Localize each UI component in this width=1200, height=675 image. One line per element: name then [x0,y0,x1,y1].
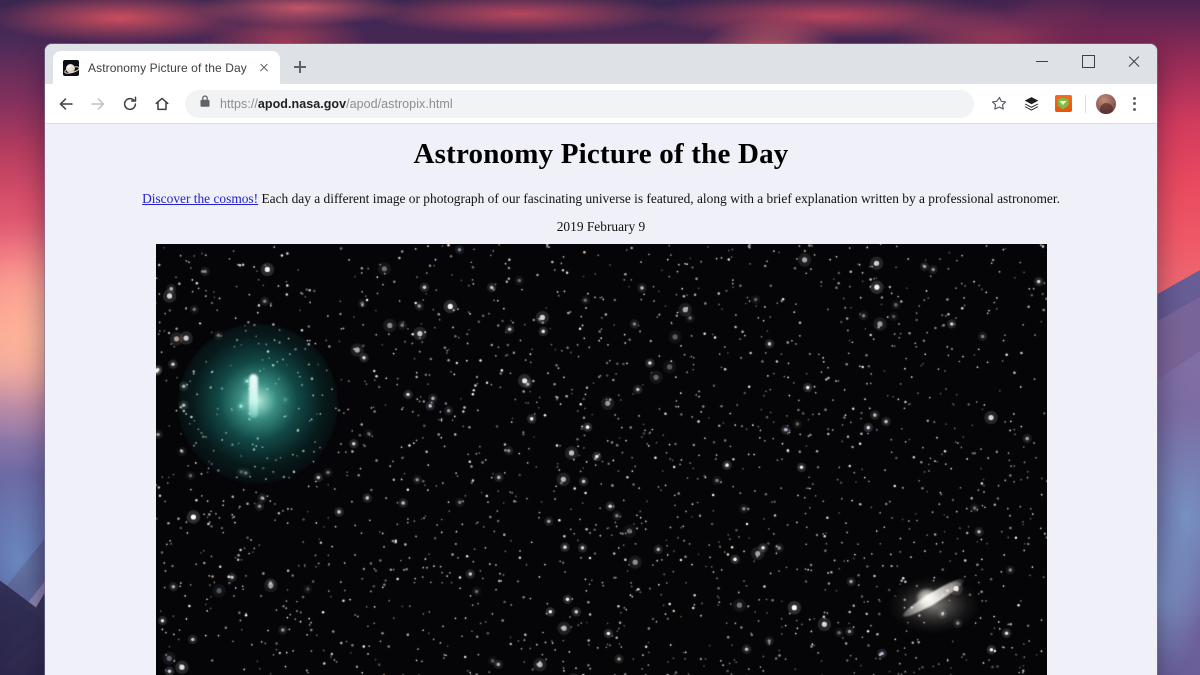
browser-window: Astronomy Picture of the Day https://apo… [45,44,1157,675]
home-icon[interactable] [147,89,177,119]
minimize-button[interactable] [1019,44,1065,78]
edge-on-galaxy [877,562,990,649]
comet-coma [177,324,338,485]
toolbar-right-actions [984,89,1147,119]
new-tab-button[interactable] [286,53,314,81]
page-viewport: Astronomy Picture of the Day Discover th… [45,124,1157,675]
shield-glyph [1057,97,1069,110]
bookmark-star-icon[interactable] [984,89,1014,119]
desktop-background: Astronomy Picture of the Day https://apo… [0,0,1200,675]
reload-icon[interactable] [115,89,145,119]
comet-nucleus [248,374,258,419]
profile-avatar[interactable] [1096,93,1116,114]
chrome-menu-icon[interactable] [1121,91,1147,117]
window-controls [1019,44,1157,78]
galaxy-halo [877,562,990,649]
tab-title: Astronomy Picture of the Day [88,60,247,75]
lock-icon [199,94,211,113]
url-text: https://apod.nasa.gov/apod/astropix.html [220,97,453,111]
page-intro-text: Each day a different image or photograph… [258,191,1060,207]
address-bar[interactable]: https://apod.nasa.gov/apod/astropix.html [185,89,974,118]
page-title: Astronomy Picture of the Day [413,138,789,170]
page-date: 2019 February 9 [556,219,646,235]
back-arrow-icon[interactable] [51,89,81,119]
maximize-button[interactable] [1065,44,1111,78]
apod-image-container [45,244,1157,675]
shield-extension-badge [1054,95,1072,112]
browser-toolbar: https://apod.nasa.gov/apod/astropix.html [45,84,1157,124]
apod-page: Astronomy Picture of the Day Discover th… [45,124,1157,675]
forward-arrow-icon[interactable] [83,89,113,119]
discover-the-cosmos-link[interactable]: Discover the cosmos! [142,191,258,206]
layers-extension-icon[interactable] [1016,89,1046,119]
url-path: /apod/astropix.html [346,96,453,111]
tab-strip: Astronomy Picture of the Day [45,44,1157,84]
shield-extension-icon[interactable] [1048,89,1078,119]
saturn-planet-icon [63,59,79,76]
page-intro: Discover the cosmos! Each day a differen… [101,190,1101,208]
url-scheme: https:// [220,96,258,111]
tab-astronomy-picture-of-the-day[interactable]: Astronomy Picture of the Day [53,51,280,84]
close-icon[interactable] [256,60,272,76]
url-domain: apod.nasa.gov [257,96,347,111]
apod-image[interactable] [155,244,1047,675]
close-window-button[interactable] [1111,44,1157,78]
galaxy-bulge [915,589,938,608]
toolbar-divider [1085,94,1086,113]
